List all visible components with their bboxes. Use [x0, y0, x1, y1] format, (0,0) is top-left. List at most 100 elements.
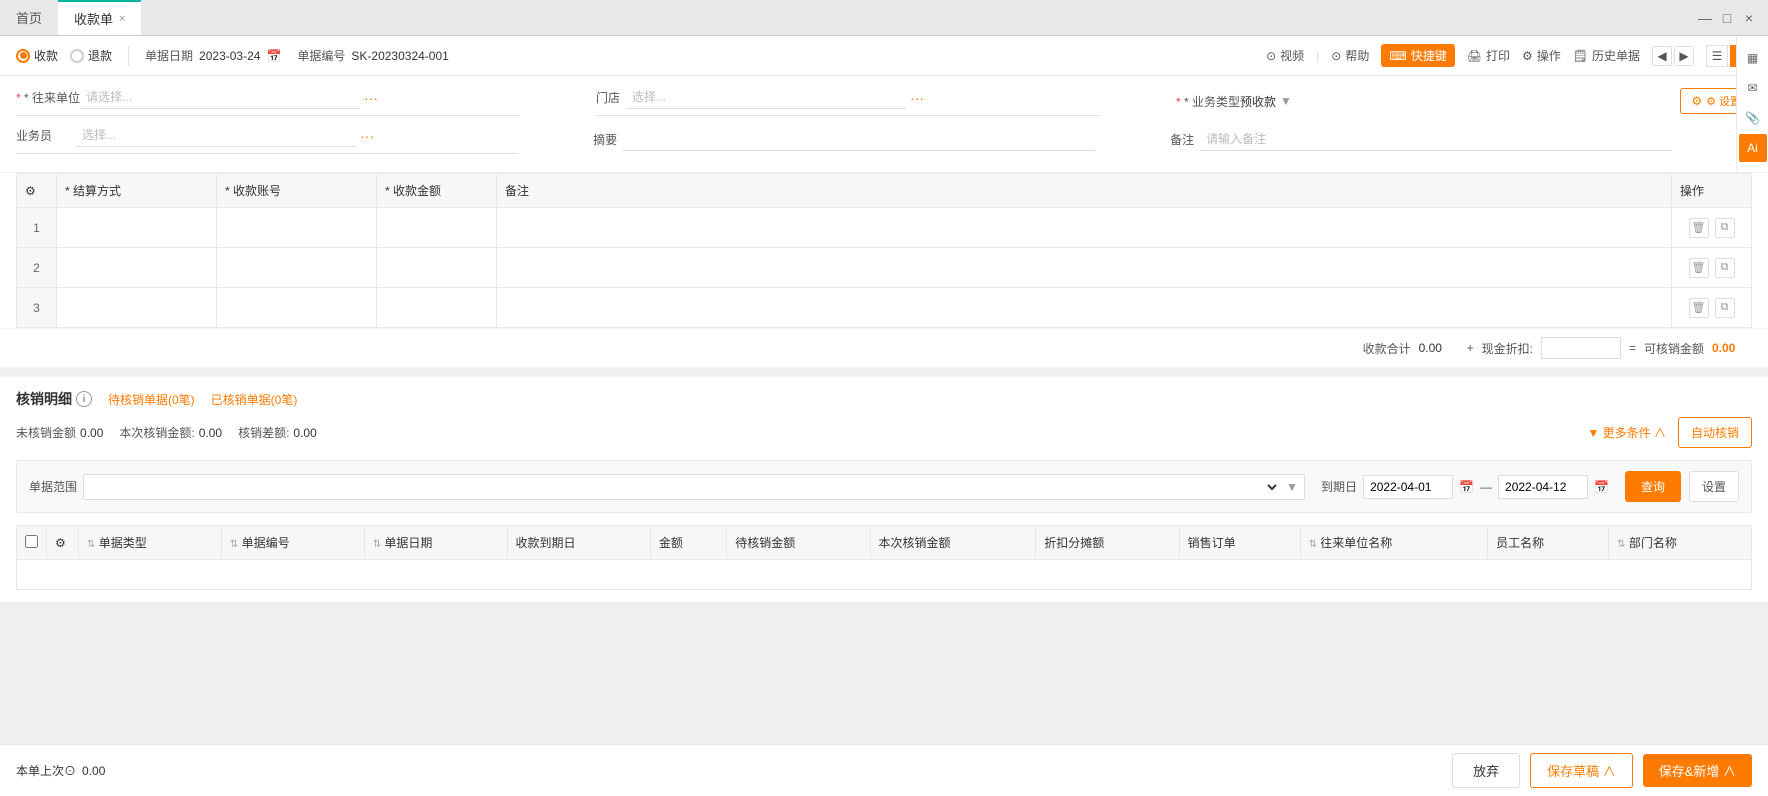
col-amount-header: 金额 — [650, 526, 726, 560]
more-conditions-btn[interactable]: ▼ 更多条件 ∧ — [1587, 424, 1666, 441]
summary-input[interactable] — [623, 128, 1095, 151]
toolbar-divider — [128, 46, 129, 66]
date-from-calendar-icon[interactable]: 📅 — [1459, 480, 1474, 494]
sidebar-table-icon[interactable]: ▦ — [1739, 44, 1767, 72]
bottom-table-wrap: ⚙ ⇅ 单据类型 ⇅ 单据编号 ⇅ 单据日期 收款到期日 — [16, 525, 1752, 590]
col-date-sort[interactable]: ⇅ — [373, 539, 381, 550]
minimize-button[interactable]: — — [1698, 11, 1712, 25]
date-from-input[interactable] — [1363, 475, 1453, 499]
col-remark-label: 备注 — [505, 184, 529, 198]
remark-input[interactable] — [1200, 128, 1672, 151]
date-to-calendar-icon[interactable]: 📅 — [1594, 480, 1609, 494]
col-settings-header-2[interactable]: ⚙ — [47, 526, 79, 560]
date-separator: — — [1480, 480, 1492, 494]
store-more-icon[interactable]: ··· — [906, 90, 928, 106]
maximize-button[interactable]: □ — [1720, 11, 1734, 25]
sidebar-mail-icon[interactable]: ✉ — [1739, 74, 1767, 102]
row-account-2[interactable] — [217, 248, 377, 288]
print-button[interactable]: 🖨 打印 — [1467, 47, 1510, 64]
sidebar-camera-icon[interactable]: Ai — [1739, 134, 1767, 162]
save-draft-button[interactable]: 保存草稿 ∧ — [1530, 753, 1633, 788]
filter-dropdown-icon: ▼ — [1280, 480, 1304, 494]
row-delete-2[interactable]: 🗑 — [1689, 258, 1709, 278]
tab-active[interactable]: 收款单 × — [58, 0, 141, 35]
business-type-value: 预收款 — [1240, 93, 1276, 110]
row-account-3[interactable] — [217, 288, 377, 328]
col-pending-header: 待核销金额 — [727, 526, 870, 560]
filter-select-wrap: ▼ — [83, 474, 1305, 500]
action-button[interactable]: ⚙ 操作 — [1522, 47, 1561, 64]
col-discount-header: 折扣分摊额 — [1036, 526, 1179, 560]
store-label: 门店 — [596, 89, 626, 106]
row-settlement-2[interactable] — [57, 248, 217, 288]
calendar-icon[interactable]: 📅 — [266, 49, 281, 63]
tab-home[interactable]: 首页 — [0, 0, 58, 35]
settings-icon: ⚙ — [1691, 94, 1702, 108]
col-num-sort[interactable]: ⇅ — [230, 539, 238, 550]
col-dept-sort[interactable]: ⇅ — [1617, 539, 1625, 550]
history-button[interactable]: 🗒 历史单据 — [1573, 47, 1640, 64]
nav-prev[interactable]: ◀ — [1652, 46, 1672, 66]
discount-input[interactable] — [1541, 337, 1621, 359]
view-list[interactable]: ☰ — [1706, 45, 1728, 67]
nav-next[interactable]: ▶ — [1674, 46, 1694, 66]
query-button[interactable]: 查询 — [1625, 471, 1681, 502]
discard-button[interactable]: 放弃 — [1452, 753, 1520, 788]
nav-arrows: ◀ ▶ — [1652, 46, 1694, 66]
right-sidebar: ▦ ✉ 📎 Ai — [1736, 36, 1768, 170]
row-remark-3[interactable] — [497, 288, 1672, 328]
video-button[interactable]: ⊙ 视频 — [1266, 47, 1304, 64]
row-amount-2[interactable] — [377, 248, 497, 288]
counterpart-more-icon[interactable]: ··· — [360, 90, 382, 106]
help-button[interactable]: ⊙ 帮助 — [1331, 47, 1369, 64]
col-counterpart-sort[interactable]: ⇅ — [1309, 539, 1317, 550]
radio-receive[interactable]: 收款 — [16, 47, 58, 64]
row-copy-1[interactable]: ⧉ — [1715, 218, 1735, 238]
save-new-button[interactable]: 保存&新增 ∧ — [1643, 754, 1752, 787]
radio-refund-circle — [70, 49, 84, 63]
verify-pending-tab[interactable]: 待核销单据(0笔) — [108, 391, 195, 408]
row-amount-1[interactable] — [377, 208, 497, 248]
staff-more-icon[interactable]: ··· — [356, 128, 378, 144]
print-icon: 🖨 — [1467, 49, 1482, 63]
row-delete-1[interactable]: 🗑 — [1689, 218, 1709, 238]
row-delete-3[interactable]: 🗑 — [1689, 298, 1709, 318]
col-settings-header[interactable]: ⚙ — [17, 174, 57, 208]
row-settlement-3[interactable] — [57, 288, 217, 328]
row-account-1[interactable] — [217, 208, 377, 248]
business-type-dropdown-icon[interactable]: ▼ — [1280, 94, 1292, 108]
verify-settings-button[interactable]: 设置 — [1689, 471, 1739, 502]
verify-info-icon[interactable]: i — [76, 391, 92, 407]
verify-section: 核销明细 i 待核销单据(0笔) 已核销单据(0笔) 未核销金额 0.00 本次… — [0, 375, 1768, 602]
radio-refund[interactable]: 退款 — [70, 47, 112, 64]
toolbar-right: ⊙ 视频 | ⊙ 帮助 ⌨ 快捷键 🖨 打印 ⚙ 操作 🗒 历史单据 ◀ ▶ ☰ — [1266, 44, 1752, 67]
row-remark-2[interactable] — [497, 248, 1672, 288]
col-type-sort[interactable]: ⇅ — [87, 539, 95, 550]
filter-range-select[interactable] — [84, 475, 1280, 499]
row-settlement-1[interactable] — [57, 208, 217, 248]
staff-input[interactable] — [76, 124, 356, 147]
shortcut-icon: ⌨ — [1389, 49, 1406, 63]
more-conditions-label: ▼ 更多条件 ∧ — [1587, 424, 1666, 441]
row-copy-3[interactable]: ⧉ — [1715, 298, 1735, 318]
sidebar-clip-icon[interactable]: 📎 — [1739, 104, 1767, 132]
col-checkbox-header — [17, 526, 47, 560]
stat-diff: 核销差额: 0.00 — [238, 424, 317, 441]
col-type-header: ⇅ 单据类型 — [79, 526, 222, 560]
tab-close-icon[interactable]: × — [119, 13, 125, 25]
remark-field: 备注 — [1170, 128, 1672, 151]
row-copy-2[interactable]: ⧉ — [1715, 258, 1735, 278]
diff-value: 0.00 — [293, 426, 316, 440]
row-remark-1[interactable] — [497, 208, 1672, 248]
top-toolbar: 收款 退款 单据日期 2023-03-24 📅 单据编号 SK-20230324… — [0, 36, 1768, 76]
shortcut-button[interactable]: ⌨ 快捷键 — [1381, 44, 1454, 67]
store-input[interactable] — [626, 86, 906, 109]
verify-verified-tab[interactable]: 已核销单据(0笔) — [211, 391, 298, 408]
col-amount-header: * 收款金额 — [377, 174, 497, 208]
date-to-input[interactable] — [1498, 475, 1588, 499]
close-button[interactable]: × — [1742, 11, 1756, 25]
select-all-checkbox[interactable] — [25, 535, 38, 548]
auto-verify-button[interactable]: 自动核销 — [1678, 417, 1752, 448]
counterpart-input[interactable] — [80, 86, 360, 109]
row-amount-3[interactable] — [377, 288, 497, 328]
